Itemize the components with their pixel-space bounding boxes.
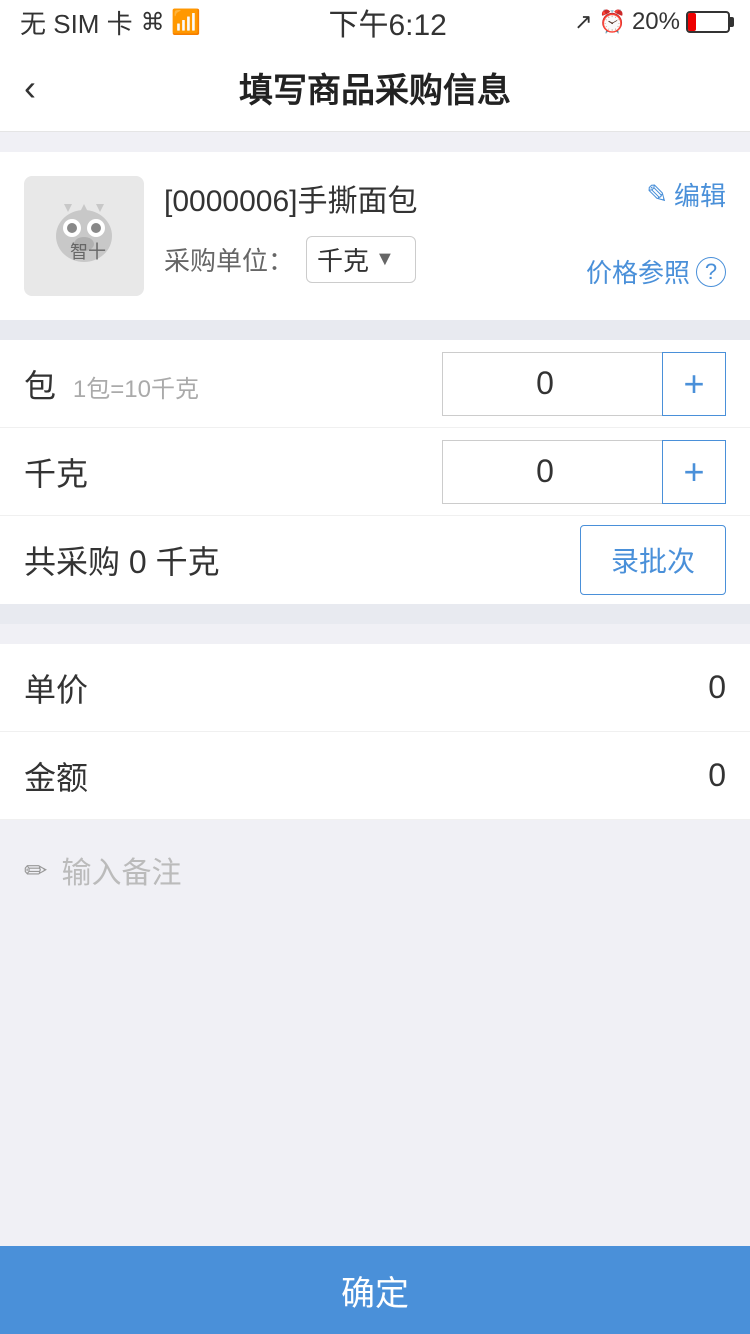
nav-bar: ‹ 填写商品采购信息 (0, 44, 750, 132)
product-name: [0000006]手撕面包 (164, 176, 726, 220)
unit-price-label: 单价 (24, 665, 88, 711)
amount-row: 金额 0 (0, 732, 750, 820)
status-left: 无 SIM 卡 ⌘︎ 📶 (20, 4, 201, 41)
price-reference-button[interactable]: 价格参照 ? (586, 253, 726, 290)
unit-select[interactable]: 千克 ▼ (306, 236, 416, 283)
kilogram-plus-button[interactable]: + (662, 440, 726, 504)
page-title: 填写商品采购信息 (239, 63, 511, 112)
bao-plus-button[interactable]: + (662, 352, 726, 416)
amount-label: 金额 (24, 753, 88, 799)
remark-section[interactable]: ✏ 输入备注 (0, 820, 750, 920)
bao-label: 包 1包=10千克 (24, 361, 442, 407)
amount-value: 0 (708, 757, 726, 794)
section-divider-1 (0, 320, 750, 340)
summary-text: 共采购 0 千克 (24, 537, 220, 583)
unit-label: 采购单位： (164, 241, 294, 278)
edit-button[interactable]: ✎ 编辑 (646, 176, 726, 213)
bao-sublabel: 1包=10千克 (73, 376, 199, 403)
batch-button[interactable]: 录批次 (580, 525, 726, 595)
status-time: 下午6:12 (328, 0, 446, 44)
alarm-icon: ⏰ (599, 9, 626, 35)
edit-icon: ✎ (646, 179, 668, 210)
product-logo: 智十 (44, 198, 124, 275)
kilogram-label: 千克 (24, 449, 442, 495)
kilogram-input-control: + (442, 440, 726, 504)
remark-placeholder: 输入备注 (61, 848, 181, 892)
price-ref-label: 价格参照 (586, 253, 690, 290)
pencil-icon: ✏ (24, 854, 47, 887)
bao-number-input[interactable] (442, 352, 662, 416)
unit-price-value: 0 (708, 669, 726, 706)
product-image: 智十 (24, 176, 144, 296)
status-bar: 无 SIM 卡 ⌘︎ 📶 下午6:12 ↗ ⏰ 20% (0, 0, 750, 44)
bottom-spacer (0, 920, 750, 1200)
input-section: 包 1包=10千克 + 千克 + (0, 340, 750, 516)
confirm-button[interactable]: 确定 (0, 1246, 750, 1334)
battery-percent: 20% (632, 8, 680, 36)
summary-row: 共采购 0 千克 录批次 (0, 516, 750, 604)
product-card: 智十 [0000006]手撕面包 采购单位： 千克 ▼ ✎ 编辑 价格参照 ? (0, 152, 750, 320)
edit-label: 编辑 (674, 176, 726, 213)
no-sim-text: 无 SIM 卡 (20, 4, 133, 41)
section-divider-2 (0, 604, 750, 624)
price-section: 单价 0 金额 0 (0, 644, 750, 820)
kilogram-number-input[interactable] (442, 440, 662, 504)
bao-input-row: 包 1包=10千克 + (0, 340, 750, 428)
unit-value: 千克 (317, 241, 369, 278)
dropdown-arrow-icon: ▼ (375, 248, 395, 271)
back-button[interactable]: ‹ (24, 67, 36, 109)
kilogram-input-row: 千克 + (0, 428, 750, 516)
status-right: ↗ ⏰ 20% (574, 8, 730, 36)
help-icon: ? (696, 257, 726, 287)
svg-text:智十: 智十 (70, 242, 106, 262)
confirm-button-label: 确定 (341, 1266, 409, 1315)
location-icon: ↗ (574, 9, 592, 35)
unit-price-row: 单价 0 (0, 644, 750, 732)
battery-indicator (686, 11, 730, 33)
wifi-icon: ⌘︎ 📶 (141, 8, 202, 37)
bao-input-control: + (442, 352, 726, 416)
